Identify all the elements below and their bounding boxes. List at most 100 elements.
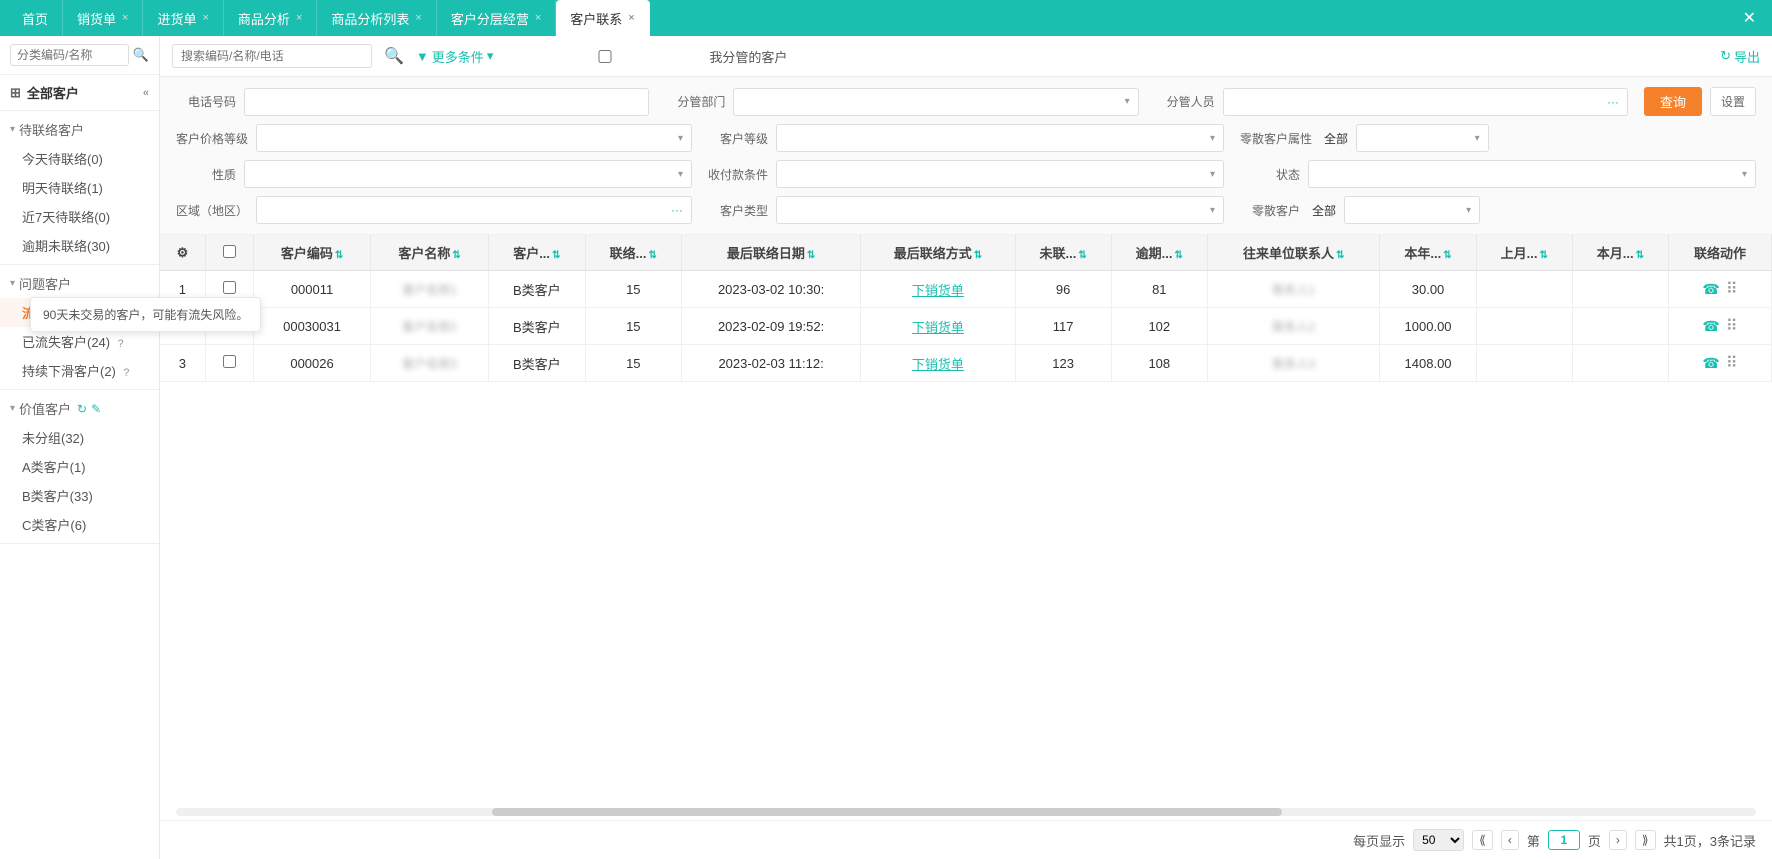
contact-method-link[interactable]: 下销货单 bbox=[912, 357, 964, 372]
last-page-button[interactable]: ⟫ bbox=[1635, 830, 1656, 850]
col-contacts[interactable]: 联络...⇅ bbox=[585, 235, 681, 271]
tab-product-analysis[interactable]: 商品分析 × bbox=[224, 0, 317, 36]
sidebar-item-today[interactable]: 今天待联络(0) bbox=[0, 144, 159, 173]
cell-last-contact-method[interactable]: 下销货单 bbox=[861, 308, 1015, 345]
tab-customer-segment[interactable]: 客户分层经营 × bbox=[437, 0, 556, 36]
region-select[interactable]: ··· bbox=[256, 196, 692, 224]
tab-customer-contact-close[interactable]: × bbox=[628, 12, 634, 24]
sidebar-item-tomorrow[interactable]: 明天待联络(1) bbox=[0, 173, 159, 202]
window-close-button[interactable]: ✕ bbox=[1735, 8, 1764, 28]
search-button[interactable]: 🔍 bbox=[384, 46, 404, 66]
row-checkbox[interactable] bbox=[223, 281, 236, 294]
tab-product-analysis-list-close[interactable]: × bbox=[415, 12, 421, 24]
sidebar-item-overdue[interactable]: 逾期未联络(30) bbox=[0, 231, 159, 260]
payment-select[interactable]: ▾ bbox=[776, 160, 1224, 188]
first-page-button[interactable]: ⟪ bbox=[1472, 830, 1493, 850]
cell-last-contact-method[interactable]: 下销货单 bbox=[861, 345, 1015, 382]
tab-purchase-close[interactable]: × bbox=[202, 12, 208, 24]
sidebar-search-input[interactable] bbox=[10, 44, 129, 66]
per-page-select[interactable]: 50 100 200 bbox=[1413, 829, 1464, 851]
col-this-year[interactable]: 本年...⇅ bbox=[1380, 235, 1476, 271]
tab-sales[interactable]: 销货单 × bbox=[63, 0, 143, 36]
dept-select[interactable]: ▾ bbox=[733, 88, 1138, 116]
query-button[interactable]: 查询 bbox=[1644, 87, 1702, 116]
tab-product-analysis-close[interactable]: × bbox=[296, 12, 302, 24]
cell-checkbox[interactable] bbox=[205, 308, 253, 345]
my-customers-filter[interactable]: 我分管的客户 bbox=[505, 47, 787, 66]
col-no-contact[interactable]: 未联...⇅ bbox=[1015, 235, 1111, 271]
my-customers-checkbox[interactable] bbox=[505, 50, 705, 63]
refresh-icon[interactable]: ↻ bbox=[77, 402, 87, 416]
col-this-month[interactable]: 本月...⇅ bbox=[1572, 235, 1668, 271]
gender-select[interactable]: ▾ bbox=[244, 160, 692, 188]
col-last-month[interactable]: 上月...⇅ bbox=[1476, 235, 1572, 271]
retail-label: 零散客户 bbox=[1240, 202, 1300, 219]
col-category[interactable]: 客户...⇅ bbox=[488, 235, 585, 271]
tab-product-analysis-list[interactable]: 商品分析列表 × bbox=[317, 0, 436, 36]
sidebar-item-b-class[interactable]: B类客户(33) bbox=[0, 481, 159, 510]
more-action-icon[interactable]: ⠿ bbox=[1726, 279, 1738, 299]
col-checkbox[interactable] bbox=[205, 235, 253, 271]
col-overdue[interactable]: 逾期...⇅ bbox=[1111, 235, 1207, 271]
tab-customer-segment-close[interactable]: × bbox=[535, 12, 541, 24]
tab-purchase[interactable]: 进货单 × bbox=[143, 0, 223, 36]
cell-index: 1 bbox=[160, 271, 205, 308]
customer-type-select[interactable]: ▾ bbox=[776, 196, 1224, 224]
sidebar-item-a-class[interactable]: A类客户(1) bbox=[0, 452, 159, 481]
sidebar-item-declining[interactable]: 持续下滑客户(2) ? bbox=[0, 356, 159, 385]
sidebar-all-customers[interactable]: ⊞ 全部客户 « bbox=[0, 75, 159, 111]
sidebar-section-value-title[interactable]: ▾ 价值客户 ↻ ✎ bbox=[0, 394, 159, 423]
col-code[interactable]: 客户编码⇅ bbox=[253, 235, 371, 271]
contact-method-link[interactable]: 下销货单 bbox=[912, 283, 964, 298]
sidebar-section-pending-title[interactable]: ▾ 待联络客户 bbox=[0, 115, 159, 144]
page-number-input[interactable] bbox=[1548, 830, 1580, 850]
horizontal-scrollbar[interactable] bbox=[176, 808, 1756, 816]
col-last-date[interactable]: 最后联络日期⇅ bbox=[681, 235, 860, 271]
sidebar-item-ungroup[interactable]: 未分组(32) bbox=[0, 423, 159, 452]
search-input[interactable] bbox=[172, 44, 372, 68]
status-select[interactable]: ▾ bbox=[1308, 160, 1756, 188]
tab-sales-close[interactable]: × bbox=[122, 12, 128, 24]
sidebar-item-week[interactable]: 近7天待联络(0) bbox=[0, 202, 159, 231]
phone-input[interactable] bbox=[244, 88, 649, 116]
sidebar-item-at-risk[interactable]: 流失预警客户(3) ⚠ bbox=[0, 298, 159, 327]
tab-customer-contact[interactable]: 客户联系 × bbox=[556, 0, 649, 36]
contact-action-icon[interactable]: ☎ bbox=[1702, 355, 1719, 372]
col-settings[interactable]: ⚙ bbox=[160, 235, 205, 271]
select-all-checkbox[interactable] bbox=[223, 245, 236, 258]
prev-page-button[interactable]: ‹ bbox=[1501, 830, 1519, 850]
tab-home[interactable]: 首页 bbox=[8, 0, 63, 36]
col-name[interactable]: 客户名称⇅ bbox=[371, 235, 489, 271]
sidebar-collapse-icon[interactable]: « bbox=[143, 87, 149, 99]
staff-more-icon[interactable]: ··· bbox=[1607, 95, 1619, 109]
region-more-icon[interactable]: ··· bbox=[671, 203, 683, 217]
row-checkbox[interactable] bbox=[223, 355, 236, 368]
contact-action-icon[interactable]: ☎ bbox=[1702, 281, 1719, 298]
col-unit-contact[interactable]: 往来单位联系人⇅ bbox=[1207, 235, 1380, 271]
contact-action-icon[interactable]: ☎ bbox=[1702, 318, 1719, 335]
more-conditions-button[interactable]: ▼ 更多条件 ▾ bbox=[416, 47, 493, 66]
staff-select[interactable]: ··· bbox=[1223, 88, 1628, 116]
customer-grade-select[interactable]: ▾ bbox=[776, 124, 1224, 152]
edit-icon[interactable]: ✎ bbox=[91, 402, 101, 416]
zero-attr-select[interactable]: ▾ bbox=[1356, 124, 1489, 152]
cell-checkbox[interactable] bbox=[205, 271, 253, 308]
row-checkbox[interactable] bbox=[223, 318, 236, 331]
more-action-icon[interactable]: ⠿ bbox=[1726, 353, 1738, 373]
sidebar-section-problem-title[interactable]: ▾ 问题客户 bbox=[0, 269, 159, 298]
settings-button[interactable]: 设置 bbox=[1710, 87, 1756, 116]
sidebar-item-c-class[interactable]: C类客户(6) bbox=[0, 510, 159, 539]
next-page-button[interactable]: › bbox=[1609, 830, 1627, 850]
cell-checkbox[interactable] bbox=[205, 345, 253, 382]
retail-arrow-icon: ▾ bbox=[1466, 205, 1471, 216]
more-action-icon[interactable]: ⠿ bbox=[1726, 316, 1738, 336]
col-last-method[interactable]: 最后联络方式⇅ bbox=[861, 235, 1015, 271]
contact-method-link[interactable]: 下销货单 bbox=[912, 320, 964, 335]
sidebar-item-lost[interactable]: 已流失客户(24) ? bbox=[0, 327, 159, 356]
retail-select[interactable]: ▾ bbox=[1344, 196, 1480, 224]
region-field: 区域（地区） ··· bbox=[176, 196, 692, 224]
scroll-thumb[interactable] bbox=[492, 808, 1282, 816]
cell-last-contact-method[interactable]: 下销货单 bbox=[861, 271, 1015, 308]
export-button[interactable]: ↻ 导出 bbox=[1720, 47, 1760, 66]
price-grade-select[interactable]: ▾ bbox=[256, 124, 692, 152]
